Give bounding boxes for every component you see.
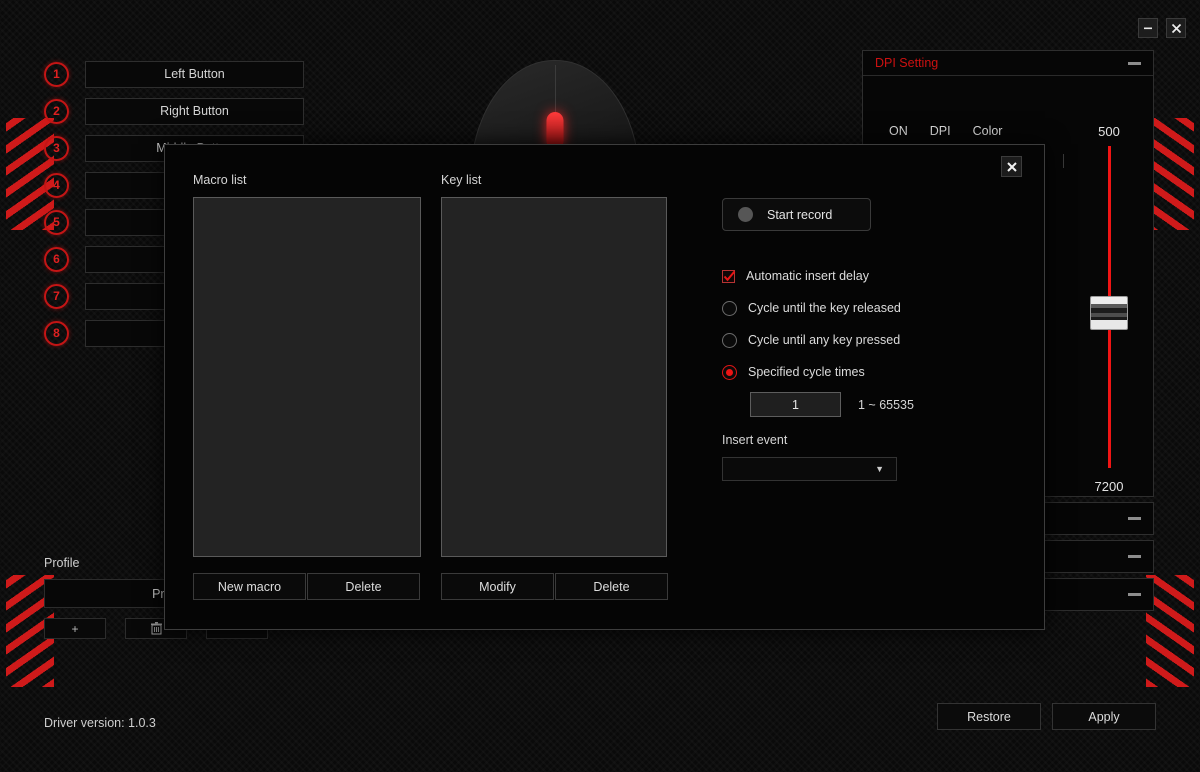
checkmark-icon — [723, 270, 736, 281]
key-list-column: Key list — [441, 173, 667, 557]
insert-event-select[interactable]: ▼ — [722, 457, 897, 481]
button-number-badge: 1 — [44, 61, 69, 87]
button-row[interactable]: 1 Left Button — [44, 56, 304, 92]
cycle-times-input[interactable]: 1 — [750, 392, 841, 417]
dpi-slider-handle[interactable] — [1090, 296, 1128, 330]
button-assignment-field[interactable]: Right Button — [85, 97, 304, 125]
chevron-down-icon: ▼ — [875, 464, 884, 474]
dpi-panel-title: DPI Setting — [875, 56, 939, 70]
dpi-slider[interactable]: 500 7200 — [1077, 124, 1141, 494]
button-number-badge: 3 — [44, 135, 69, 161]
add-profile-button[interactable]: + — [44, 618, 106, 639]
delete-key-button[interactable]: Delete — [555, 573, 668, 600]
dpi-col-on: ON — [889, 124, 908, 138]
cycle-until-pressed-label: Cycle until any key pressed — [748, 333, 901, 347]
cycle-until-pressed-radio[interactable] — [722, 332, 737, 348]
macro-list-label: Macro list — [193, 173, 247, 187]
key-list-box[interactable] — [441, 197, 667, 557]
key-list-label: Key list — [441, 173, 482, 187]
dpi-column-headers: ON DPI Color — [889, 124, 1002, 138]
dialog-close-button[interactable] — [1001, 156, 1022, 177]
cycle-until-released-label: Cycle until the key released — [748, 301, 901, 315]
dpi-col-dpi: DPI — [929, 124, 951, 138]
insert-event-label: Insert event — [722, 433, 788, 447]
specified-cycle-times-label: Specified cycle times — [748, 365, 865, 379]
dpi-col-color: Color — [972, 124, 1003, 138]
apply-button[interactable]: Apply — [1052, 703, 1156, 730]
macro-editor-dialog: Macro list New macro Delete Key list Mod… — [164, 144, 1045, 630]
auto-insert-delay-checkbox[interactable] — [722, 269, 736, 283]
dpi-slider-min-label: 7200 — [1094, 479, 1124, 494]
button-number-badge: 8 — [44, 320, 69, 346]
button-number-badge: 2 — [44, 98, 69, 124]
button-number-badge: 7 — [44, 283, 69, 309]
restore-button[interactable]: Restore — [937, 703, 1041, 730]
auto-insert-delay-row[interactable]: Automatic insert delay — [722, 260, 1022, 292]
button-row[interactable]: 2 Right Button — [44, 93, 304, 129]
collapse-icon[interactable] — [1128, 517, 1141, 520]
delete-macro-button[interactable]: Delete — [307, 573, 420, 600]
dpi-slider-max-label: 500 — [1098, 124, 1120, 139]
cycle-times-range-hint: 1 ~ 65535 — [858, 397, 914, 412]
minimize-icon — [1144, 27, 1152, 30]
auto-insert-delay-label: Automatic insert delay — [746, 269, 869, 283]
cycle-until-released-row[interactable]: Cycle until the key released — [722, 292, 1022, 324]
key-list-actions: Modify Delete — [441, 573, 668, 600]
specified-cycle-times-row[interactable]: Specified cycle times — [722, 356, 1022, 388]
new-macro-button[interactable]: New macro — [193, 573, 306, 600]
button-number-badge: 4 — [44, 172, 69, 198]
footer-actions: Restore Apply — [937, 703, 1156, 730]
insert-event-section: Insert event ▼ — [722, 433, 897, 481]
dpi-panel-header[interactable]: DPI Setting — [863, 51, 1153, 76]
collapse-icon[interactable] — [1128, 61, 1141, 65]
minimize-button[interactable] — [1138, 18, 1158, 38]
cycle-times-row: 1 1 ~ 65535 — [750, 392, 1022, 417]
collapse-icon[interactable] — [1128, 555, 1141, 558]
dpi-divider — [1063, 154, 1064, 168]
macro-list-box[interactable] — [193, 197, 421, 557]
app-root: 1 Left Button 2 Right Button 3 Middle Bu… — [0, 0, 1200, 772]
record-dot-icon — [738, 207, 753, 222]
button-number-badge: 5 — [44, 209, 69, 235]
trash-icon — [150, 622, 162, 635]
button-assignment-field[interactable]: Left Button — [85, 60, 304, 88]
start-record-label: Start record — [767, 207, 833, 222]
macro-list-column: Macro list — [193, 173, 421, 557]
collapse-icon[interactable] — [1128, 593, 1141, 596]
close-button[interactable] — [1166, 18, 1186, 38]
macro-list-actions: New macro Delete — [193, 573, 420, 600]
modify-key-button[interactable]: Modify — [441, 573, 554, 600]
macro-options: Automatic insert delay Cycle until the k… — [722, 260, 1022, 417]
close-icon — [1006, 161, 1017, 172]
specified-cycle-times-radio[interactable] — [722, 364, 737, 380]
start-record-button[interactable]: Start record — [722, 198, 871, 231]
driver-version-text: Driver version: 1.0.3 — [44, 716, 156, 730]
cycle-until-pressed-row[interactable]: Cycle until any key pressed — [722, 324, 1022, 356]
close-icon — [1171, 23, 1181, 33]
window-controls — [1138, 18, 1186, 38]
cycle-until-released-radio[interactable] — [722, 300, 737, 316]
button-number-badge: 6 — [44, 246, 69, 272]
